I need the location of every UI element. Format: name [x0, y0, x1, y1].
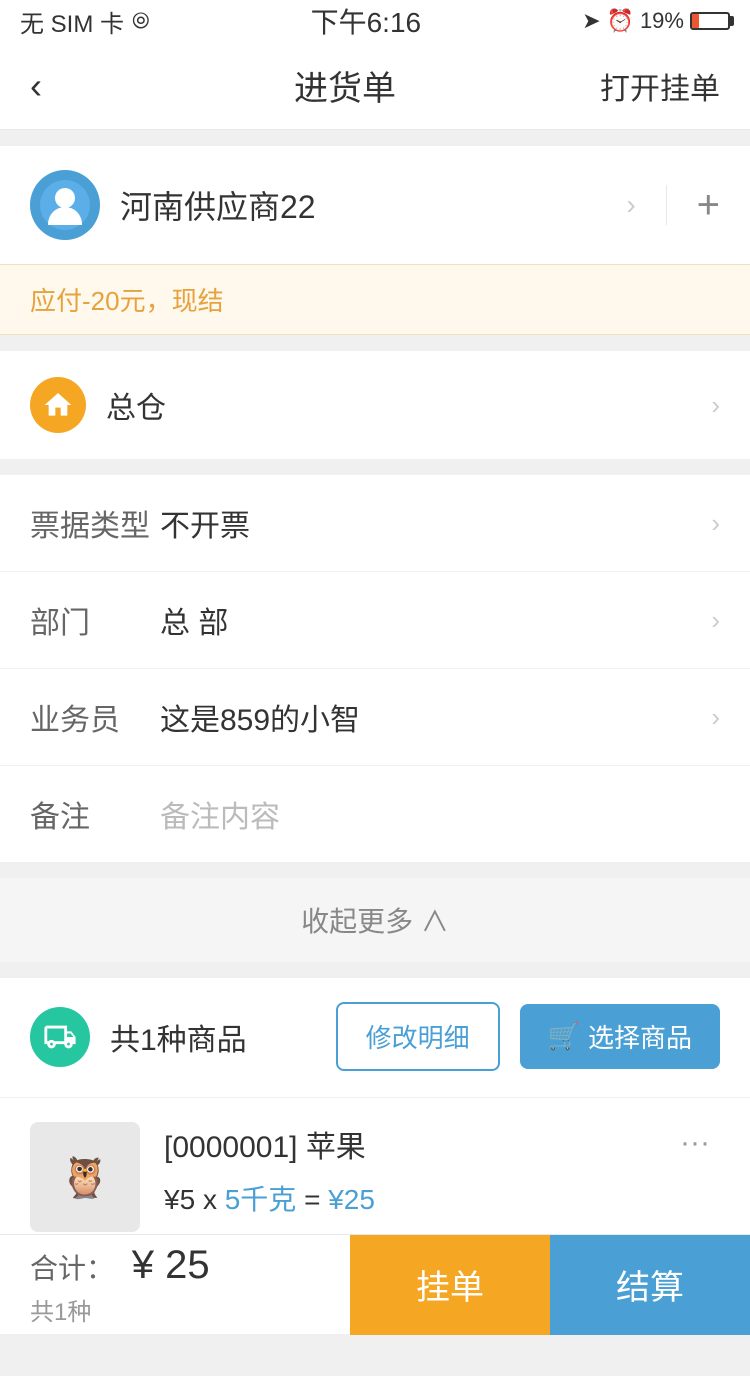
product-total: ¥25	[328, 1184, 375, 1215]
supplier-row[interactable]: 河南供应商22 › +	[0, 146, 750, 264]
warehouse-chevron-icon: ›	[711, 390, 720, 421]
supplier-avatar	[30, 170, 100, 240]
status-right: ➤ ⏰ 19%	[582, 8, 730, 34]
back-button[interactable]: ‹	[30, 65, 90, 107]
department-row[interactable]: 部门 总 部 ›	[0, 572, 750, 669]
nav-bar: ‹ 进货单 打开挂单	[0, 42, 750, 130]
warehouse-name: 总仓	[106, 383, 711, 427]
product-price: ¥5 x 5千克 = ¥25	[164, 1178, 670, 1218]
salesman-label: 业务员	[30, 695, 160, 739]
salesman-value: 这是859的小智	[160, 695, 711, 739]
products-icon	[30, 1007, 90, 1067]
product-name: [0000001] 苹果	[164, 1122, 670, 1166]
invoice-type-chevron-icon: ›	[711, 508, 720, 539]
location-icon: ➤	[582, 8, 600, 34]
remark-input[interactable]: 备注内容	[160, 792, 720, 836]
products-section: 共1种商品 修改明细 🛒 选择商品 🦉 [0000001] 苹果 ¥5 x 5千…	[0, 978, 750, 1256]
total-label: 合计：	[30, 1253, 114, 1284]
supplier-name: 河南供应商22	[120, 182, 316, 228]
checkout-button[interactable]: 结算	[550, 1235, 750, 1335]
status-left: 无 SIM 卡 ⦾	[20, 4, 150, 39]
supplier-section: 河南供应商22 › + 应付-20元，现结	[0, 146, 750, 335]
warehouse-section: 总仓 ›	[0, 351, 750, 459]
collapse-bar[interactable]: 收起更多 ∧	[0, 878, 750, 962]
divider	[666, 185, 667, 225]
fields-section: 票据类型 不开票 › 部门 总 部 › 业务员 这是859的小智 › 备注 备注…	[0, 475, 750, 862]
total-amount: ¥ 25	[132, 1243, 210, 1287]
invoice-type-row[interactable]: 票据类型 不开票 ›	[0, 475, 750, 572]
department-value: 总 部	[160, 598, 711, 642]
product-placeholder-icon: 🦉	[60, 1154, 110, 1201]
supplier-notice: 应付-20元，现结	[0, 264, 750, 335]
product-thumbnail: 🦉	[30, 1122, 140, 1232]
product-more-button[interactable]: ···	[670, 1122, 720, 1164]
salesman-chevron-icon: ›	[711, 702, 720, 733]
alarm-icon: ⏰	[607, 8, 634, 34]
supplier-chevron-icon: ›	[626, 189, 635, 221]
invoice-type-value: 不开票	[160, 501, 711, 545]
products-header: 共1种商品 修改明细 🛒 选择商品	[0, 978, 750, 1095]
select-product-label: 选择商品	[588, 1018, 692, 1055]
remark-label: 备注	[30, 792, 160, 836]
status-bar: 无 SIM 卡 ⦾ 下午6:16 ➤ ⏰ 19%	[0, 0, 750, 42]
product-quantity: 5千克	[225, 1184, 297, 1215]
product-info: [0000001] 苹果 ¥5 x 5千克 = ¥25	[164, 1122, 670, 1218]
add-supplier-button[interactable]: +	[697, 183, 720, 228]
open-hold-button[interactable]: 打开挂单	[600, 64, 720, 108]
department-label: 部门	[30, 598, 160, 642]
salesman-row[interactable]: 业务员 这是859的小智 ›	[0, 669, 750, 766]
warehouse-icon	[30, 377, 86, 433]
supplier-left: 河南供应商22	[30, 170, 626, 240]
total-section: 合计： ¥ 25 共1种	[0, 1243, 350, 1327]
select-product-button[interactable]: 🛒 选择商品	[520, 1004, 720, 1069]
wifi-icon: ⦾	[132, 8, 150, 34]
hold-button[interactable]: 挂单	[350, 1235, 550, 1335]
remark-row[interactable]: 备注 备注内容	[0, 766, 750, 862]
page-title: 进货单	[294, 61, 396, 110]
product-item: 🦉 [0000001] 苹果 ¥5 x 5千克 = ¥25 ···	[0, 1097, 750, 1256]
carrier-text: 无 SIM 卡	[20, 4, 124, 39]
cart-icon: 🛒	[548, 1021, 580, 1052]
warehouse-row[interactable]: 总仓 ›	[0, 351, 750, 459]
bottom-bar: 合计： ¥ 25 共1种 挂单 结算	[0, 1234, 750, 1334]
edit-detail-button[interactable]: 修改明细	[336, 1002, 500, 1071]
battery-percentage: 19%	[640, 8, 684, 34]
status-time: 下午6:16	[311, 1, 422, 41]
total-row: 合计： ¥ 25	[30, 1243, 320, 1288]
department-chevron-icon: ›	[711, 605, 720, 636]
battery-icon	[690, 12, 730, 30]
invoice-type-label: 票据类型	[30, 501, 160, 545]
collapse-label: 收起更多 ∧	[301, 906, 449, 937]
products-count: 共1种商品	[110, 1015, 316, 1059]
total-sub: 共1种	[30, 1292, 320, 1327]
